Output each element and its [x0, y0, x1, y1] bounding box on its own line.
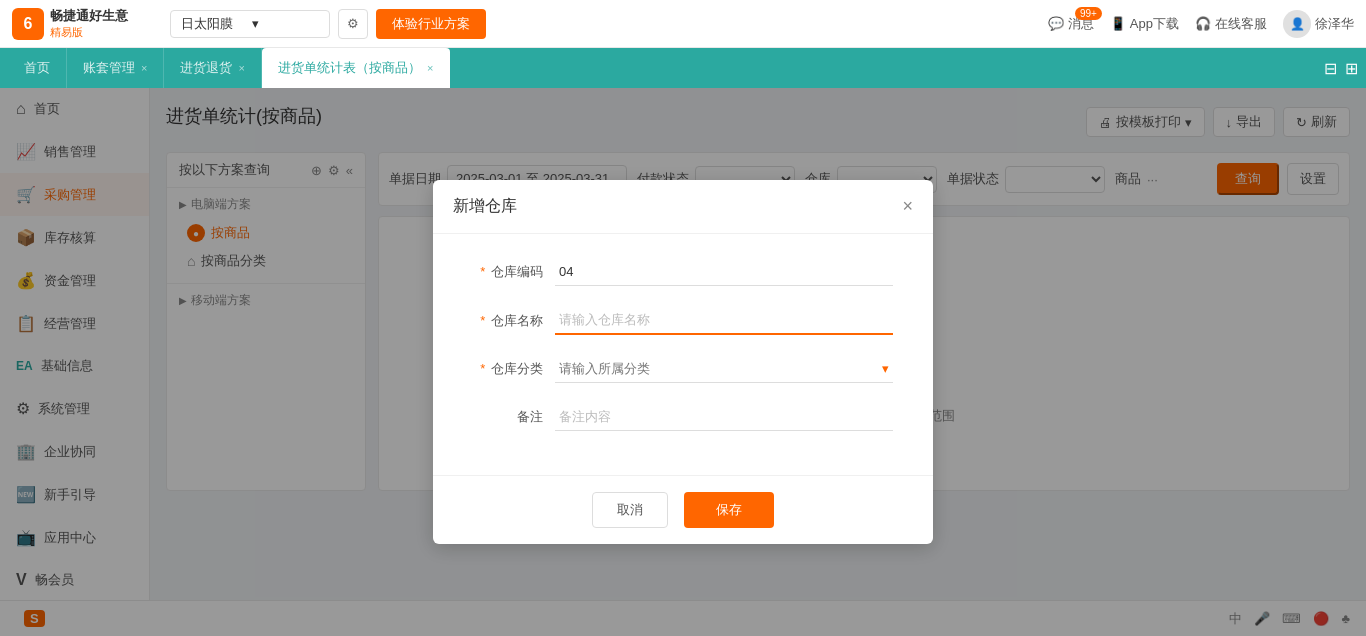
category-chevron-icon[interactable]: ▾: [882, 361, 889, 376]
user-avatar-icon: 👤: [1290, 17, 1305, 31]
name-label: * 仓库名称: [473, 312, 543, 330]
app-label: App下载: [1130, 15, 1179, 33]
required-star-name: *: [480, 313, 485, 328]
code-label: * 仓库编码: [473, 263, 543, 281]
cancel-button[interactable]: 取消: [592, 492, 668, 528]
required-star-code: *: [480, 264, 485, 279]
category-form-row: * 仓库分类 ▾: [473, 355, 893, 383]
user-name: 徐泽华: [1315, 15, 1354, 33]
modal-header: 新增仓库 ×: [433, 180, 933, 234]
top-right-area: 💬 消息 99+ 📱 App下载 🎧 在线客服 👤 徐泽华: [1048, 10, 1354, 38]
tab-home[interactable]: 首页: [8, 48, 67, 88]
experience-button[interactable]: 体验行业方案: [376, 9, 486, 39]
note-input[interactable]: [555, 403, 893, 431]
modal-body: * 仓库编码 * 仓库名称 * 仓库分类: [433, 234, 933, 475]
code-form-row: * 仓库编码: [473, 258, 893, 286]
add-warehouse-modal: 新增仓库 × * 仓库编码 * 仓库名称: [433, 180, 933, 544]
maximize-tab-icon[interactable]: ⊞: [1345, 59, 1358, 78]
save-button[interactable]: 保存: [684, 492, 774, 528]
message-badge: 99+: [1075, 7, 1102, 20]
modal-footer: 取消 保存: [433, 475, 933, 544]
avatar: 👤: [1283, 10, 1311, 38]
minimize-tab-icon[interactable]: ⊟: [1324, 59, 1337, 78]
app-icon: 📱: [1110, 16, 1126, 31]
gear-button[interactable]: ⚙: [338, 9, 368, 39]
required-star-category: *: [480, 361, 485, 376]
logo-text: 畅捷通好生意 精易版: [50, 7, 128, 40]
modal-close-button[interactable]: ×: [902, 196, 913, 217]
category-input[interactable]: [559, 361, 882, 376]
gear-icon: ⚙: [347, 16, 359, 31]
store-name: 日太阳膜: [181, 15, 248, 33]
modal-title: 新增仓库: [453, 196, 517, 217]
service-item[interactable]: 🎧 在线客服: [1195, 15, 1267, 33]
tab-accounts[interactable]: 账套管理 ×: [67, 48, 164, 88]
message-item[interactable]: 💬 消息 99+: [1048, 15, 1094, 33]
close-stats-icon[interactable]: ×: [427, 62, 433, 74]
tab-returns-label: 进货退货: [180, 59, 232, 77]
note-form-row: 备注: [473, 403, 893, 431]
message-icon: 💬: [1048, 16, 1064, 31]
code-input[interactable]: [555, 258, 893, 286]
note-label: 备注: [473, 408, 543, 426]
tab-stats[interactable]: 进货单统计表（按商品） ×: [262, 48, 450, 88]
app-download-item[interactable]: 📱 App下载: [1110, 15, 1179, 33]
store-chevron-icon: ▾: [252, 16, 319, 31]
tab-home-label: 首页: [24, 59, 50, 77]
logo-icon: 6: [12, 8, 44, 40]
category-select-wrapper: ▾: [555, 355, 893, 383]
main-layout: ⌂ 首页 📈 销售管理 🛒 采购管理 📦 库存核算 💰 资金管理 📋 经营管理 …: [0, 88, 1366, 636]
top-bar: 6 畅捷通好生意 精易版 日太阳膜 ▾ ⚙ 体验行业方案 💬 消息 99+ 📱 …: [0, 0, 1366, 48]
headset-icon: 🎧: [1195, 16, 1211, 31]
category-label: * 仓库分类: [473, 360, 543, 378]
tab-stats-label: 进货单统计表（按商品）: [278, 59, 421, 77]
name-form-row: * 仓库名称: [473, 306, 893, 335]
service-label: 在线客服: [1215, 15, 1267, 33]
close-returns-icon[interactable]: ×: [238, 62, 244, 74]
logo-area: 6 畅捷通好生意 精易版: [12, 7, 162, 40]
tab-accounts-label: 账套管理: [83, 59, 135, 77]
user-item[interactable]: 👤 徐泽华: [1283, 10, 1354, 38]
nav-tabs: 首页 账套管理 × 进货退货 × 进货单统计表（按商品） × ⊟ ⊞: [0, 48, 1366, 88]
close-accounts-icon[interactable]: ×: [141, 62, 147, 74]
store-selector[interactable]: 日太阳膜 ▾: [170, 10, 330, 38]
name-input[interactable]: [555, 306, 893, 335]
tab-returns[interactable]: 进货退货 ×: [164, 48, 261, 88]
tab-actions: ⊟ ⊞: [1324, 59, 1358, 78]
